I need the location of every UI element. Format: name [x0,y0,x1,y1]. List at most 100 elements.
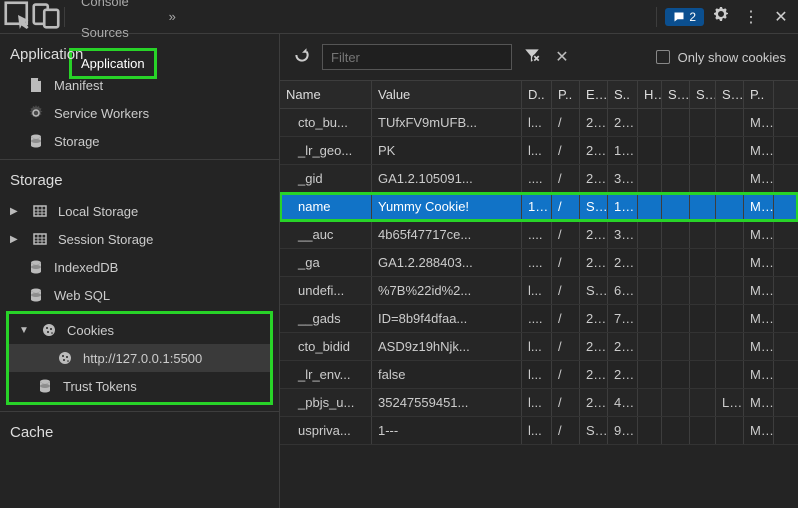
cookie-attr: 2... [580,109,608,136]
column-header[interactable]: E.. [580,81,608,108]
sidebar-item-manifest[interactable]: Manifest [0,71,279,99]
cookie-attr: / [552,249,580,276]
cookie-attr: 2... [580,305,608,332]
cookie-attr: l... [522,333,552,360]
column-header[interactable]: S.. [608,81,638,108]
cookie-attr: M.. [744,277,774,304]
cookie-attr [638,221,662,248]
cookie-name: undefi... [280,277,372,304]
device-toggle-icon[interactable] [32,1,60,32]
column-header[interactable]: S.. [662,81,690,108]
filter-input[interactable] [322,44,512,70]
sidebar-item-storage[interactable]: Storage [0,127,279,155]
file-icon [28,77,44,93]
cookie-attr [716,193,744,220]
cookie-attr [690,193,716,220]
cookie-value: ASD9z19hNjk... [372,333,522,360]
cookie-attr [638,137,662,164]
table-row[interactable]: cto_bididASD9z19hNjk...l.../2...2...M.. [280,333,798,361]
sidebar-group-storage: Storage [0,160,279,197]
cookie-value: %7B%22id%2... [372,277,522,304]
table-row[interactable]: uspriva...1---l.../S...9...M.. [280,417,798,445]
column-header[interactable]: P.. [744,81,774,108]
cookie-attr [638,249,662,276]
checkbox-box [656,50,670,64]
gear-icon[interactable] [708,6,734,27]
sidebar-item-indexeddb[interactable]: IndexedDB [0,253,279,281]
table-row[interactable]: __auc4b65f47717ce......./2...3...M.. [280,221,798,249]
table-row[interactable]: __gadsID=8b9f4dfaa......./2...7...M.. [280,305,798,333]
column-header[interactable]: P.. [552,81,580,108]
column-header[interactable]: S.. [690,81,716,108]
cookie-attr: S... [580,277,608,304]
cookie-attr: 2... [580,361,608,388]
cookies-toolbar: ✕ Only show cookies [280,34,798,80]
sidebar-item-label: Trust Tokens [63,379,137,394]
tab-console[interactable]: Console [69,0,157,17]
sidebar-item-label: Storage [54,134,100,149]
db-icon [28,259,44,275]
cookie-attr [690,389,716,416]
sidebar-item-label: http://127.0.0.1:5500 [83,351,202,366]
sidebar-item-cookies[interactable]: ▼Cookies [9,316,270,344]
table-row[interactable]: nameYummy Cookie!1.../S...1...M.. [280,193,798,221]
application-sidebar: ApplicationManifestService WorkersStorag… [0,34,280,508]
cookie-attr: M.. [744,249,774,276]
cookie-attr: M.. [744,193,774,220]
table-row[interactable]: _gidGA1.2.105091......./2...3...M.. [280,165,798,193]
sidebar-item-local-storage[interactable]: ▶Local Storage [0,197,279,225]
cookie-attr [638,361,662,388]
only-show-cookies-label: Only show cookies [678,50,786,65]
cookie-value: 4b65f47717ce... [372,221,522,248]
cookie-attr: / [552,333,580,360]
cookie-icon [41,322,57,338]
sidebar-item-trust-tokens[interactable]: Trust Tokens [9,372,270,400]
column-header[interactable]: S.. [716,81,744,108]
cookie-attr [716,165,744,192]
cookie-attr: S... [580,417,608,444]
cookie-attr: .... [522,165,552,192]
cookie-attr: / [552,109,580,136]
more-tabs-icon[interactable]: » [157,1,188,32]
table-row[interactable]: _pbjs_u...35247559451...l.../2...4...L..… [280,389,798,417]
cookie-value: ID=8b9f4dfaa... [372,305,522,332]
column-header[interactable]: D.. [522,81,552,108]
table-row[interactable]: undefi...%7B%22id%2...l.../S...6...M.. [280,277,798,305]
kebab-menu-icon[interactable]: ⋮ [738,7,764,27]
sidebar-item-service-workers[interactable]: Service Workers [0,99,279,127]
only-show-cookies-checkbox[interactable]: Only show cookies [656,50,786,65]
cookie-attr: M.. [744,109,774,136]
cookie-attr: l... [522,361,552,388]
cookie-attr: .... [522,221,552,248]
table-row[interactable]: cto_bu...TUfxFV9mUFB...l.../2...2...M.. [280,109,798,137]
cookie-name: _pbjs_u... [280,389,372,416]
table-row[interactable]: _gaGA1.2.288403......./2...2...M.. [280,249,798,277]
cookie-attr [690,417,716,444]
sidebar-subitem[interactable]: http://127.0.0.1:5500 [9,344,270,372]
cookie-name: cto_bu... [280,109,372,136]
table-row[interactable]: _lr_env...falsel.../2...2...M.. [280,361,798,389]
close-devtools-icon[interactable]: ✕ [768,7,794,27]
issues-badge[interactable]: 2 [665,8,704,26]
table-row[interactable]: _lr_geo...PKl.../2...1...M.. [280,137,798,165]
cookie-attr [638,277,662,304]
cookie-attr: M.. [744,137,774,164]
devtools-tabstrip: ElementsConsoleSourcesApplication » 2 ⋮ … [0,0,798,34]
sidebar-item-web-sql[interactable]: Web SQL [0,281,279,309]
column-header[interactable]: Name [280,81,372,108]
column-header[interactable]: H.. [638,81,662,108]
inspect-icon[interactable] [4,1,32,32]
cookie-attr: M.. [744,221,774,248]
cookie-attr [690,277,716,304]
clear-all-icon[interactable]: ✕ [552,47,572,67]
refresh-icon[interactable] [292,46,312,69]
cookie-attr [716,305,744,332]
sidebar-item-session-storage[interactable]: ▶Session Storage [0,225,279,253]
column-header[interactable]: Value [372,81,522,108]
cookie-attr: / [552,389,580,416]
cookie-attr: / [552,417,580,444]
clear-filter-icon[interactable] [522,46,542,69]
cookie-attr: 2... [580,165,608,192]
cookie-attr: 3... [608,165,638,192]
sidebar-item-label: IndexedDB [54,260,118,275]
